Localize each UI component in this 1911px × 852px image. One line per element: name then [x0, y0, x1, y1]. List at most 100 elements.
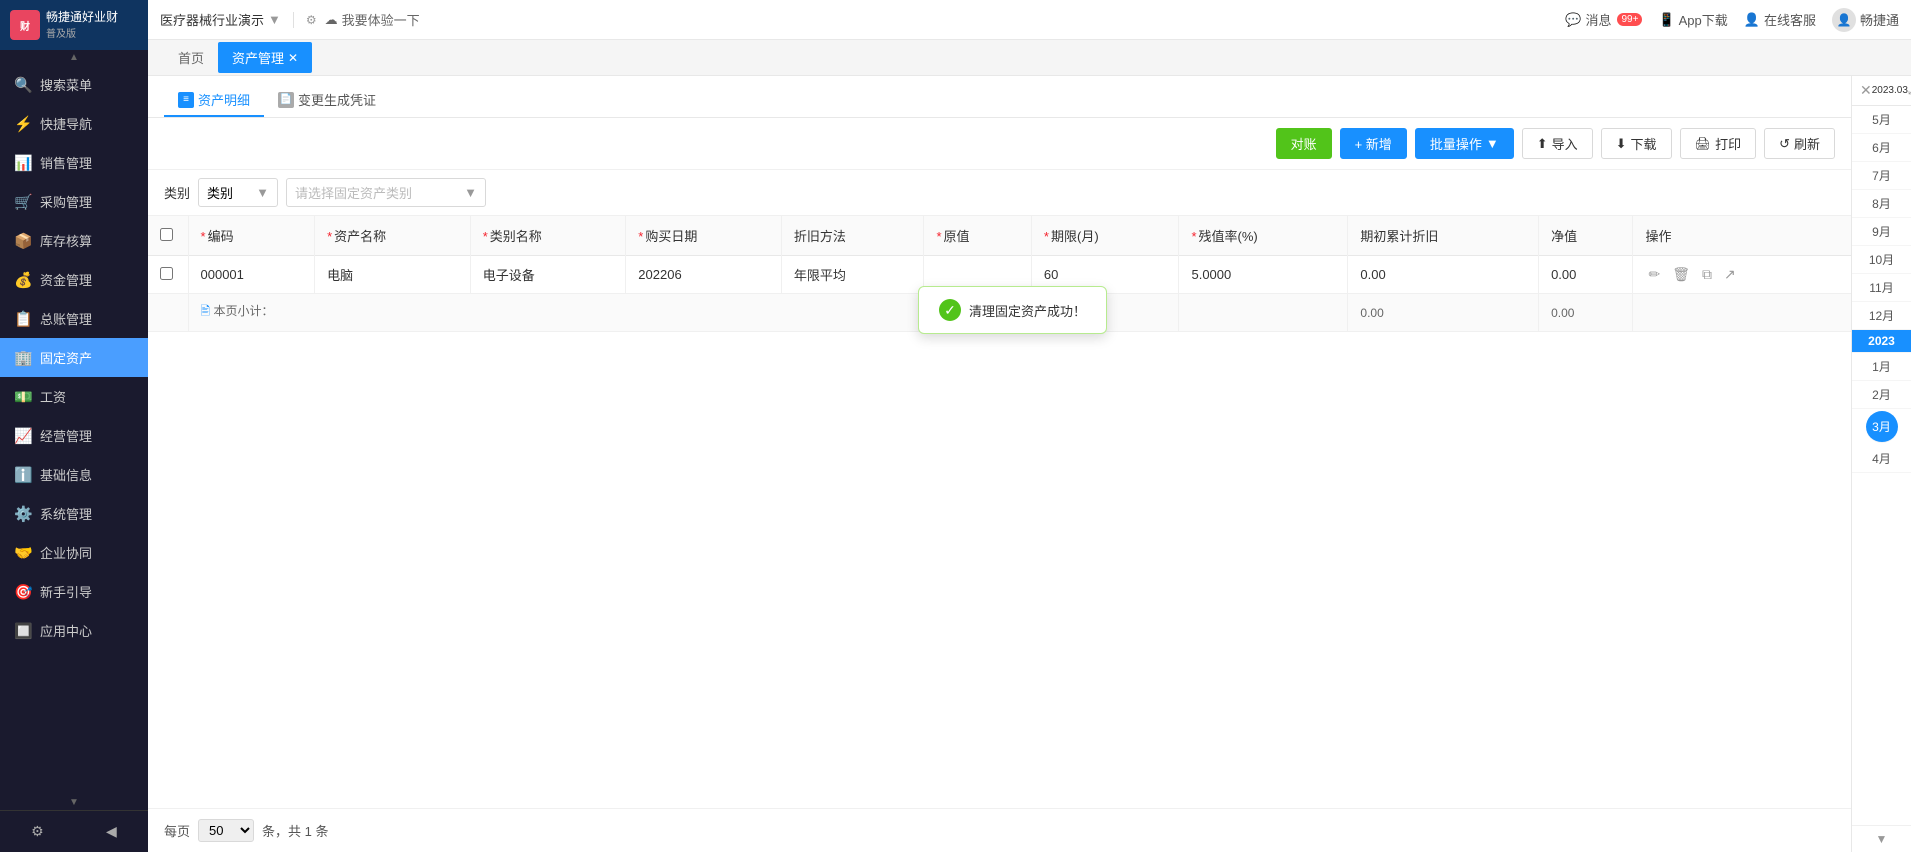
sidebar-item-apps[interactable]: 🔲 应用中心: [0, 611, 148, 650]
tab-close-icon[interactable]: ✕: [288, 51, 298, 65]
sidebar-item-enterprise[interactable]: 🤝 企业协同: [0, 533, 148, 572]
right-panel: ✕ 2023.03 ⤢ 5月 6月 7月 8月 9月 10月 11月 12月 2…: [1851, 76, 1911, 852]
avatar: 👤: [1832, 8, 1856, 32]
more-btn[interactable]: ↗: [1721, 264, 1739, 285]
date-nav-item-9[interactable]: 9月: [1852, 218, 1911, 246]
date-nav-item-5[interactable]: 5月: [1852, 106, 1911, 134]
category-value-select[interactable]: 请选择固定资产类别 ▼: [286, 178, 486, 207]
experience-btn[interactable]: ☁ 我要体验一下: [325, 10, 420, 29]
date-nav-item-7[interactable]: 7月: [1852, 162, 1911, 190]
nav-down-arrow[interactable]: ▼: [1874, 830, 1890, 848]
date-nav-item-11[interactable]: 11月: [1852, 274, 1911, 302]
new-button[interactable]: + 新增: [1340, 128, 1407, 159]
collapse-btn[interactable]: ◀: [98, 819, 125, 844]
panel-close-btn[interactable]: ✕: [1860, 82, 1872, 99]
settings-gear-btn[interactable]: ⚙: [306, 13, 317, 27]
category-filter-label: 类别: [164, 183, 190, 202]
date-nav-item-4[interactable]: 4月: [1852, 445, 1911, 473]
voucher-gen-icon: 📄: [278, 92, 294, 108]
sidebar-item-system[interactable]: ⚙️ 系统管理: [0, 494, 148, 533]
date-nav-item-1[interactable]: 1月: [1852, 353, 1911, 381]
tab-asset-mgmt[interactable]: 资产管理 ✕: [218, 42, 312, 73]
scroll-up-btn[interactable]: ▲: [0, 50, 148, 65]
per-page-select[interactable]: 50 100 200: [198, 819, 254, 842]
import-button[interactable]: ⬆ 导入: [1522, 128, 1593, 159]
sidebar-item-purchase[interactable]: 🛒 采购管理: [0, 182, 148, 221]
date-nav-item-10[interactable]: 10月: [1852, 246, 1911, 274]
sidebar-item-salary[interactable]: 💵 工资: [0, 377, 148, 416]
edit-btn[interactable]: ✏: [1645, 264, 1663, 285]
sidebar-label-inventory: 库存核算: [40, 231, 92, 250]
batch-button[interactable]: 批量操作 ▼: [1415, 128, 1514, 159]
sidebar-item-operations[interactable]: 📈 经营管理: [0, 416, 148, 455]
subtotal-net-value: 0.00: [1539, 294, 1633, 332]
message-icon: 💬: [1565, 12, 1581, 28]
sidebar-label-sales: 销售管理: [40, 153, 92, 172]
col-actions: 操作: [1633, 216, 1851, 256]
sidebar-item-funds[interactable]: 💰 资金管理: [0, 260, 148, 299]
message-btn[interactable]: 💬 消息 99+: [1565, 10, 1642, 29]
select-all-checkbox[interactable]: [160, 228, 173, 241]
asset-detail-icon: ≡: [178, 92, 194, 108]
print-label: 打印: [1715, 134, 1741, 153]
sidebar-label-funds: 资金管理: [40, 270, 92, 289]
date-nav-year-2023[interactable]: 2023: [1852, 330, 1911, 353]
app-download-btn[interactable]: 📱 App下载: [1658, 10, 1727, 29]
app-download-label: App下载: [1679, 10, 1728, 29]
scroll-down-btn[interactable]: ▼: [0, 795, 148, 810]
copy-btn[interactable]: ⧉: [1699, 264, 1715, 285]
date-nav-item-2[interactable]: 2月: [1852, 381, 1911, 409]
sales-icon: 📊: [14, 154, 32, 172]
company-selector[interactable]: 医疗器械行业演示 ▼: [160, 10, 281, 29]
operations-icon: 📈: [14, 427, 32, 445]
settings-btn[interactable]: ⚙: [23, 819, 52, 844]
topbar-divider: [293, 12, 294, 28]
user-profile-btn[interactable]: 👤 畅捷通: [1832, 8, 1899, 32]
experience-label: 我要体验一下: [342, 10, 420, 29]
date-nav-item-6[interactable]: 6月: [1852, 134, 1911, 162]
app-logo: 财 畅捷通好业财 普及版: [0, 0, 148, 50]
print-button[interactable]: 🖨 打印: [1680, 128, 1757, 159]
fixed-assets-icon: 🏢: [14, 349, 32, 367]
date-nav: 5月 6月 7月 8月 9月 10月 11月 12月 2023 1月 2月 3月…: [1852, 106, 1911, 825]
online-service-btn[interactable]: 👤 在线客服: [1744, 10, 1816, 29]
sidebar-label-ledger: 总账管理: [40, 309, 92, 328]
col-category: *类别名称: [470, 216, 626, 256]
sidebar-label-basic-info: 基础信息: [40, 465, 92, 484]
print-icon: 🖨: [1695, 136, 1712, 152]
col-net-value: 净值: [1539, 216, 1633, 256]
enterprise-icon: 🤝: [14, 544, 32, 562]
purchase-icon: 🛒: [14, 193, 32, 211]
date-nav-item-3[interactable]: 3月: [1866, 411, 1898, 443]
date-nav-item-8[interactable]: 8月: [1852, 190, 1911, 218]
reconcile-button[interactable]: 对账: [1276, 128, 1332, 159]
sub-tab-asset-detail[interactable]: ≡ 资产明细: [164, 84, 264, 117]
content-area: ≡ 资产明细 📄 变更生成凭证 对账 + 新增 批量操作: [148, 76, 1911, 852]
row-checkbox-cell: [148, 256, 188, 294]
sidebar-item-guide[interactable]: 🎯 新手引导: [0, 572, 148, 611]
topbar-right: 💬 消息 99+ 📱 App下载 👤 在线客服 👤 畅捷通: [1565, 8, 1899, 32]
category-type-select[interactable]: 类别 ▼: [198, 178, 278, 207]
refresh-button[interactable]: ↺ 刷新: [1764, 128, 1835, 159]
sub-tab-voucher-gen-label: 变更生成凭证: [298, 90, 376, 109]
main-content: ≡ 资产明细 📄 变更生成凭证 对账 + 新增 批量操作: [148, 76, 1851, 852]
sidebar-item-sales[interactable]: 📊 销售管理: [0, 143, 148, 182]
sub-tab-voucher-gen[interactable]: 📄 变更生成凭证: [264, 84, 390, 117]
per-page-label: 每页: [164, 821, 190, 840]
sidebar-item-inventory[interactable]: 📦 库存核算: [0, 221, 148, 260]
sidebar-item-quick-nav[interactable]: ⚡ 快捷导航: [0, 104, 148, 143]
import-label: 导入: [1552, 134, 1578, 153]
company-dropdown-icon: ▼: [268, 12, 281, 27]
sidebar-item-fixed-assets[interactable]: 🏢 固定资产: [0, 338, 148, 377]
tab-home[interactable]: 首页: [164, 42, 218, 73]
row-cumulative-depreciation-cell: 0.00: [1348, 256, 1539, 294]
row-checkbox[interactable]: [160, 267, 173, 280]
basic-info-icon: ℹ️: [14, 466, 32, 484]
download-button[interactable]: ⬇ 下载: [1601, 128, 1672, 159]
date-nav-item-12[interactable]: 12月: [1852, 302, 1911, 330]
delete-btn[interactable]: 🗑: [1669, 264, 1693, 285]
sidebar-label-system: 系统管理: [40, 504, 92, 523]
sidebar-item-search[interactable]: 🔍 搜索菜单: [0, 65, 148, 104]
sidebar-item-ledger[interactable]: 📋 总账管理: [0, 299, 148, 338]
sidebar-item-basic-info[interactable]: ℹ️ 基础信息: [0, 455, 148, 494]
